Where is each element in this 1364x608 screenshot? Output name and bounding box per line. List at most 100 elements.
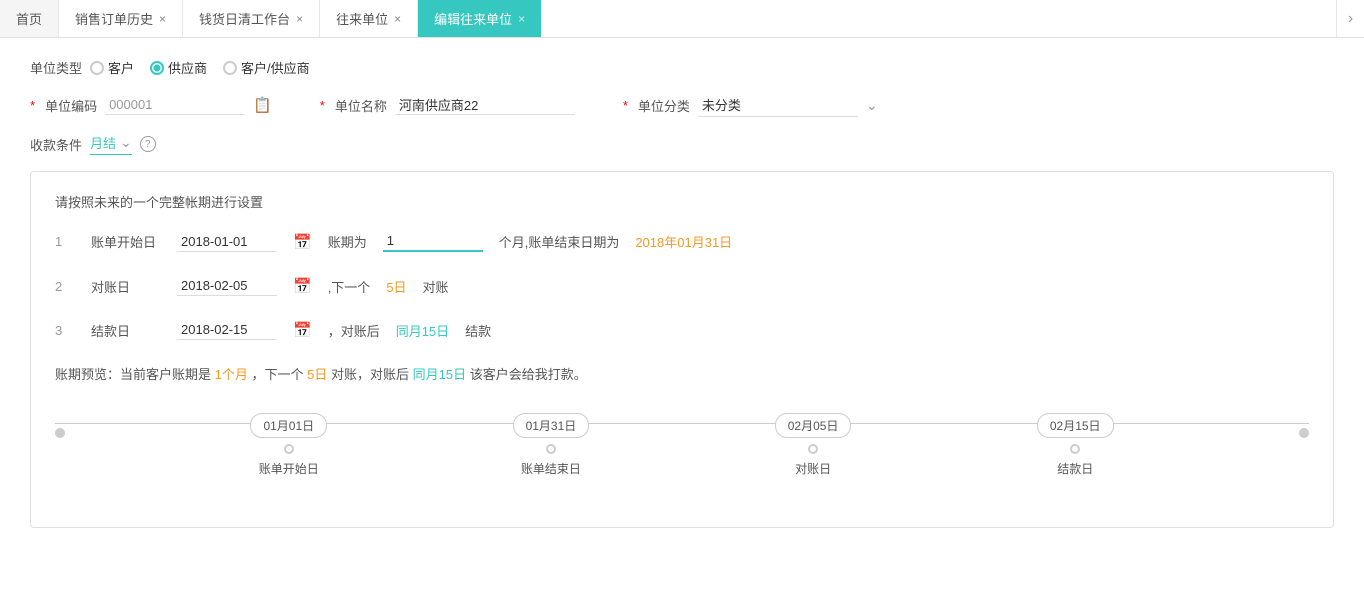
- radio-customer-supplier[interactable]: 客户/供应商: [223, 58, 310, 77]
- row-2-prefix: ,下一个: [328, 277, 371, 296]
- tab-scroll-right[interactable]: ›: [1336, 0, 1364, 37]
- timeline-node-3-label: 对账日: [795, 460, 831, 477]
- unit-type-label: 单位类型: [30, 58, 82, 77]
- row-1-highlight: 2018年01月31日: [635, 232, 732, 251]
- unit-name-label: 单位名称: [335, 96, 387, 115]
- settings-card: 请按照未来的一个完整帐期进行设置 1 账单开始日 📅 账期为 个月,账单结束日期…: [30, 171, 1334, 528]
- payment-value: 月结: [90, 133, 116, 152]
- tab-edit-partner[interactable]: 编辑往来单位 ×: [418, 0, 541, 37]
- tab-edit-partner-label: 编辑往来单位: [434, 9, 512, 28]
- unit-class-field: * 单位分类 未分类 ⌄: [623, 93, 878, 117]
- timeline-node-1-date: 01月01日: [250, 413, 327, 438]
- radio-customer[interactable]: 客户: [90, 58, 134, 77]
- tab-sales-history-label: 销售订单历史: [75, 9, 153, 28]
- unit-class-dropdown-icon[interactable]: ⌄: [866, 97, 878, 114]
- timeline-node-2-label: 账单结束日: [521, 460, 581, 477]
- timeline-node-2-dot: [546, 444, 556, 454]
- unit-class-value: 未分类: [698, 93, 858, 117]
- payment-help-icon[interactable]: ?: [140, 136, 156, 152]
- row-2-suffix: 对账: [423, 277, 449, 296]
- radio-customer-label: 客户: [108, 58, 134, 77]
- settings-row-2: 2 对账日 📅 ,下一个 5日 对账: [55, 276, 1309, 296]
- tab-cashflow-close[interactable]: ×: [296, 12, 303, 26]
- payment-label: 收款条件: [30, 135, 82, 154]
- unit-info-row: * 单位编码 📋 * 单位名称 * 单位分类 未分类 ⌄: [30, 93, 1334, 117]
- start-date-cal-icon[interactable]: 📅: [293, 233, 312, 251]
- tab-sales-history[interactable]: 销售订单历史 ×: [59, 0, 183, 37]
- tab-partners[interactable]: 往来单位 ×: [320, 0, 418, 37]
- preview-part1: 1个月: [215, 367, 248, 382]
- main-content: 单位类型 客户 供应商 客户/供应商 * 单位编码: [0, 38, 1364, 608]
- timeline-node-4-dot: [1070, 444, 1080, 454]
- row-2-number: 2: [55, 279, 75, 294]
- tab-partners-close[interactable]: ×: [394, 12, 401, 26]
- tab-home[interactable]: 首页: [0, 0, 59, 37]
- payment-dropdown-icon[interactable]: ⌄: [120, 134, 132, 151]
- settings-row-3: 3 结款日 📅 ，对账后 同月15日 结款: [55, 320, 1309, 340]
- tab-bar: 首页 销售订单历史 × 钱货日清工作台 × 往来单位 × 编辑往来单位 × ›: [0, 0, 1364, 38]
- timeline-right-dot: [1299, 428, 1309, 438]
- settings-title: 请按照未来的一个完整帐期进行设置: [55, 192, 1309, 211]
- unit-code-label: 单位编码: [45, 96, 97, 115]
- row-1-number: 1: [55, 234, 75, 249]
- tab-sales-history-close[interactable]: ×: [159, 12, 166, 26]
- timeline-node-3: 02月05日 对账日: [775, 413, 852, 477]
- unit-code-copy-icon[interactable]: 📋: [253, 96, 272, 114]
- unit-name-input[interactable]: [395, 95, 575, 115]
- unit-name-required: *: [320, 98, 325, 113]
- unit-name-field: * 单位名称: [320, 95, 575, 115]
- period-input[interactable]: [383, 231, 483, 252]
- unit-class-label: 单位分类: [638, 96, 690, 115]
- unit-type-row: 单位类型 客户 供应商 客户/供应商: [30, 58, 1334, 77]
- unit-class-required: *: [623, 98, 628, 113]
- row-3-number: 3: [55, 323, 75, 338]
- timeline-node-3-date: 02月05日: [775, 413, 852, 438]
- row-1-label: 账单开始日: [91, 232, 161, 251]
- row-3-suffix: 结款: [465, 321, 491, 340]
- timeline-node-left-edge: [55, 413, 65, 477]
- start-date-input[interactable]: [177, 232, 277, 252]
- timeline-node-4: 02月15日 结款日: [1037, 413, 1114, 477]
- row-3-label: 结款日: [91, 321, 161, 340]
- tab-cashflow-label: 钱货日清工作台: [199, 9, 290, 28]
- preview-text: 账期预览：当前客户账期是 1个月 ，下一个 5日 对账，对账后 同月15日 该客…: [55, 364, 1309, 383]
- timeline-container: 01月01日 账单开始日 01月31日 账单结束日 02月05日 对账日: [55, 403, 1309, 507]
- radio-supplier-label: 供应商: [168, 58, 207, 77]
- payment-field: 收款条件 月结 ⌄ ?: [30, 133, 156, 155]
- reconcile-date-cal-icon[interactable]: 📅: [293, 277, 312, 295]
- timeline-node-right-edge: [1299, 413, 1309, 477]
- reconcile-date-input[interactable]: [177, 276, 277, 296]
- timeline-left-dot: [55, 428, 65, 438]
- unit-type-radio-group: 客户 供应商 客户/供应商: [90, 58, 310, 77]
- timeline-node-1: 01月01日 账单开始日: [250, 413, 327, 477]
- tab-home-label: 首页: [16, 9, 42, 28]
- timeline-node-4-label: 结款日: [1057, 460, 1093, 477]
- timeline-node-4-date: 02月15日: [1037, 413, 1114, 438]
- payment-date-input[interactable]: [177, 320, 277, 340]
- preview-comma2: 对账，对账后: [331, 367, 409, 382]
- timeline-node-2: 01月31日 账单结束日: [513, 413, 590, 477]
- unit-code-field: * 单位编码 📋: [30, 95, 272, 115]
- radio-customer-circle: [90, 61, 104, 75]
- timeline-node-2-date: 01月31日: [513, 413, 590, 438]
- row-3-highlight: 同月15日: [396, 321, 449, 340]
- tab-partners-label: 往来单位: [336, 9, 388, 28]
- row-1-suffix: 个月,账单结束日期为: [499, 232, 620, 251]
- timeline-node-1-dot: [284, 444, 294, 454]
- row-2-label: 对账日: [91, 277, 161, 296]
- row-2-highlight: 5日: [386, 277, 406, 296]
- unit-code-input[interactable]: [105, 95, 245, 115]
- tab-cashflow[interactable]: 钱货日清工作台 ×: [183, 0, 320, 37]
- radio-supplier[interactable]: 供应商: [150, 58, 207, 77]
- row-3-prefix: ，对账后: [328, 321, 380, 340]
- radio-customer-supplier-label: 客户/供应商: [241, 58, 310, 77]
- payment-row: 收款条件 月结 ⌄ ?: [30, 133, 1334, 155]
- tab-edit-partner-close[interactable]: ×: [518, 12, 525, 26]
- row-1-mid-text: 账期为: [328, 232, 367, 251]
- payment-select[interactable]: 月结 ⌄: [90, 133, 132, 155]
- payment-date-cal-icon[interactable]: 📅: [293, 321, 312, 339]
- unit-type-field: 单位类型 客户 供应商 客户/供应商: [30, 58, 310, 77]
- radio-customer-supplier-circle: [223, 61, 237, 75]
- radio-supplier-circle: [150, 61, 164, 75]
- preview-prefix: 账期预览：当前客户账期是: [55, 367, 211, 382]
